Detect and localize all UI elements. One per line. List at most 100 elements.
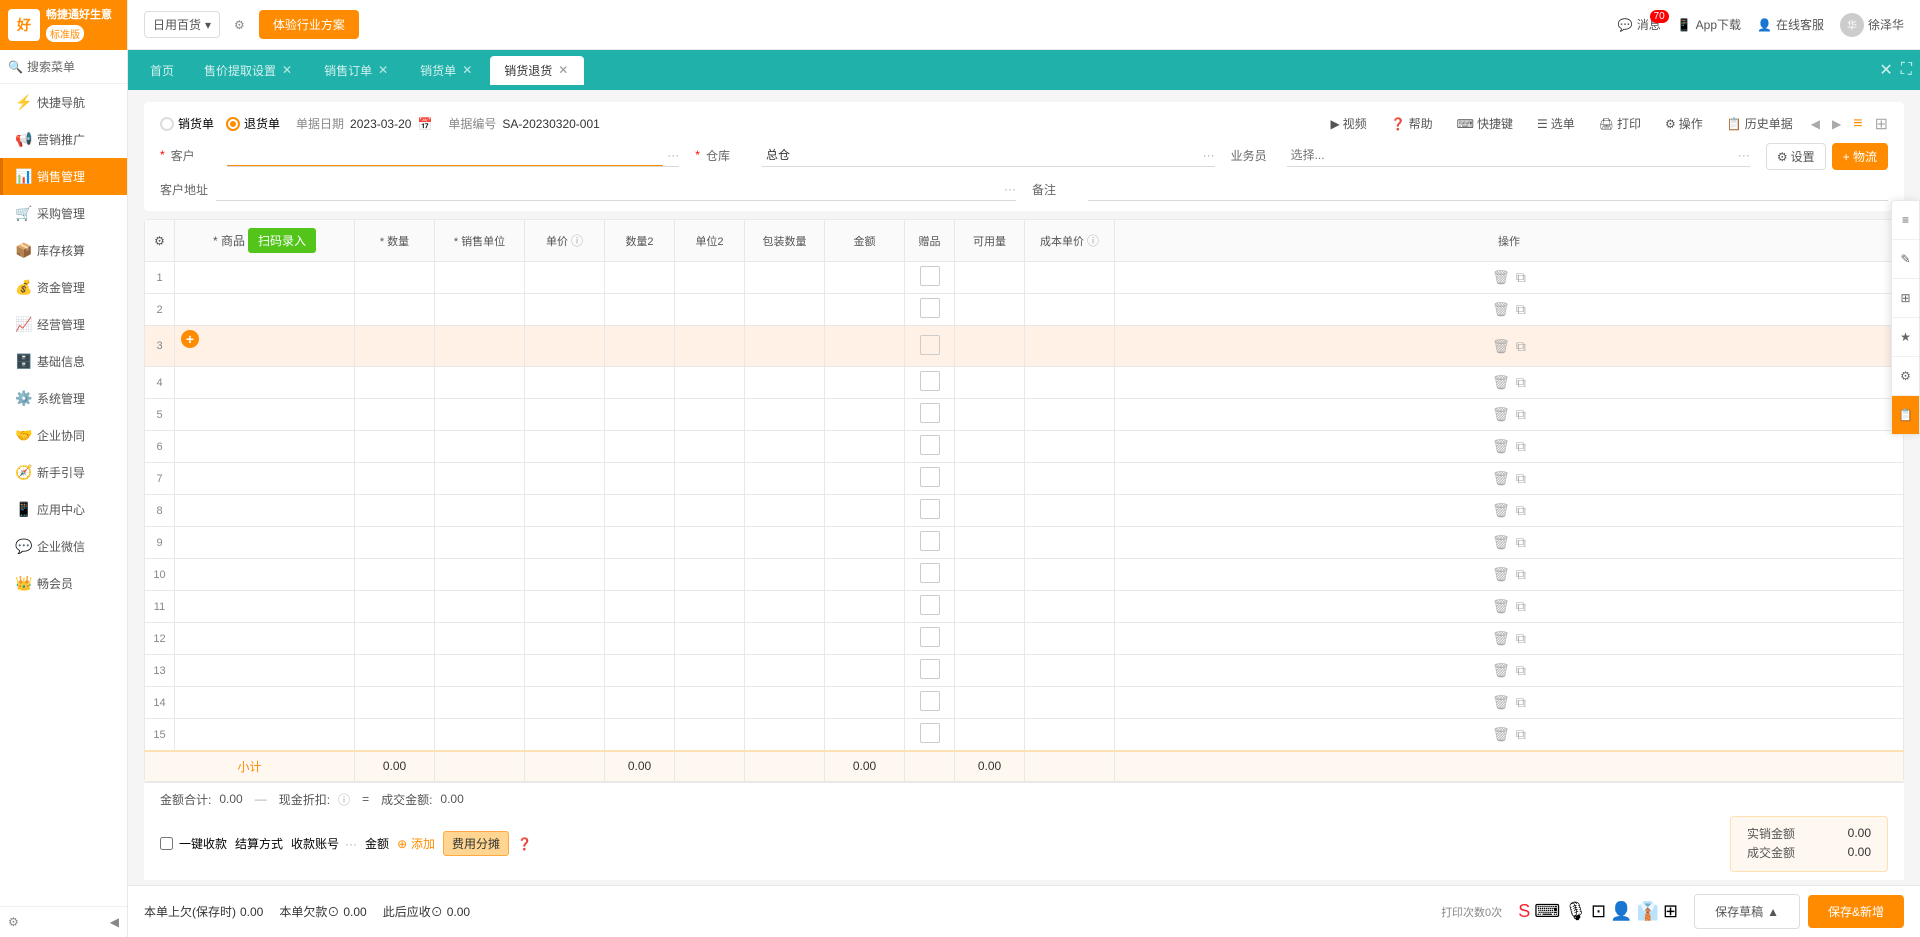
row-product-3[interactable]: + [175,326,355,367]
tab-home[interactable]: 首页 [136,56,188,85]
row-unit-4[interactable] [435,367,525,399]
row-cost-price-14[interactable] [1025,687,1115,719]
row-pack-qty-13[interactable] [745,655,825,687]
tool3-icon[interactable]: ⊡ [1591,901,1606,922]
row-product-15[interactable] [175,719,355,752]
copy-icon-11[interactable]: ⧉ [1516,598,1526,615]
row-quantity2-1[interactable] [605,262,675,294]
sidebar-item-shortcut[interactable]: ⚡ 快捷导航 [0,84,127,121]
gift-checkbox-14[interactable] [920,691,940,711]
gift-checkbox-9[interactable] [920,531,940,551]
save-new-button[interactable]: 保存&新增 [1808,895,1904,928]
row-unit2-14[interactable] [675,687,745,719]
row-price-2[interactable] [525,294,605,326]
row-price-9[interactable] [525,527,605,559]
copy-icon-4[interactable]: ⧉ [1516,374,1526,391]
rfloat-item-1[interactable]: ≡ [1892,201,1919,240]
delete-icon-2[interactable]: 🗑 [1492,301,1510,318]
row-unit-15[interactable] [435,719,525,752]
row-price-3[interactable] [525,326,605,367]
list-view-icon[interactable]: ≡ [1853,115,1862,133]
row-gift-4[interactable] [905,367,955,399]
payment-check[interactable] [160,837,173,850]
row-price-5[interactable] [525,399,605,431]
gift-checkbox-1[interactable] [920,266,940,286]
copy-icon-13[interactable]: ⧉ [1516,662,1526,679]
calendar-icon[interactable]: 📅 [417,117,432,131]
gift-checkbox-7[interactable] [920,467,940,487]
row-product-11[interactable] [175,591,355,623]
close-tab-icon[interactable]: ✕ [1879,60,1892,80]
sidebar-item-enterprise[interactable]: 🤝 企业协同 [0,417,127,454]
payment-checkbox[interactable]: 一键收款 [160,835,227,852]
row-quantity2-3[interactable] [605,326,675,367]
row-cost-price-5[interactable] [1025,399,1115,431]
row-product-8[interactable] [175,495,355,527]
row-quantity2-13[interactable] [605,655,675,687]
row-pack-qty-14[interactable] [745,687,825,719]
row-price-4[interactable] [525,367,605,399]
tool1-icon[interactable]: ⌨ [1534,901,1560,922]
row-unit2-2[interactable] [675,294,745,326]
row-amount-7[interactable] [825,463,905,495]
row-cost-price-1[interactable] [1025,262,1115,294]
tool2-icon[interactable]: 🎙 [1564,901,1587,922]
delete-icon-8[interactable]: 🗑 [1492,502,1510,519]
row-gift-5[interactable] [905,399,955,431]
row-amount-14[interactable] [825,687,905,719]
row-available-1[interactable] [955,262,1025,294]
row-quantity2-11[interactable] [605,591,675,623]
row-available-6[interactable] [955,431,1025,463]
col-gear[interactable]: ⚙ [145,220,175,262]
row-pack-qty-7[interactable] [745,463,825,495]
grid-view-icon[interactable]: ⊞ [1875,114,1888,134]
delete-icon-5[interactable]: 🗑 [1492,406,1510,423]
radio-sale[interactable]: 销货单 [160,115,214,132]
expand-tab-icon[interactable]: ⛶ [1901,61,1912,79]
gift-checkbox-2[interactable] [920,298,940,318]
row-available-7[interactable] [955,463,1025,495]
row-unit-12[interactable] [435,623,525,655]
row-unit-7[interactable] [435,463,525,495]
delete-icon-4[interactable]: 🗑 [1492,374,1510,391]
row-cost-price-2[interactable] [1025,294,1115,326]
add-row-btn[interactable]: + [181,330,199,348]
user-avatar-item[interactable]: 华 徐泽华 [1840,13,1904,37]
row-cost-price-3[interactable] [1025,326,1115,367]
row-available-12[interactable] [955,623,1025,655]
row-cost-price-6[interactable] [1025,431,1115,463]
select-btn[interactable]: ☰ 选单 [1531,112,1581,135]
salesperson-dots[interactable]: ··· [1738,148,1750,162]
row-amount-13[interactable] [825,655,905,687]
save-draft-button[interactable]: 保存草稿 ▲ [1694,894,1800,929]
row-quantity-1[interactable] [355,262,435,294]
rfloat-item-4[interactable]: ★ [1892,318,1919,357]
customer-input[interactable] [227,143,664,166]
row-unit2-13[interactable] [675,655,745,687]
row-quantity-15[interactable] [355,719,435,752]
header-gear-icon[interactable]: ⚙ [228,14,251,36]
row-gift-6[interactable] [905,431,955,463]
row-product-10[interactable] [175,559,355,591]
row-quantity2-5[interactable] [605,399,675,431]
row-available-15[interactable] [955,719,1025,752]
row-pack-qty-12[interactable] [745,623,825,655]
row-cost-price-12[interactable] [1025,623,1115,655]
row-quantity-5[interactable] [355,399,435,431]
row-pack-qty-4[interactable] [745,367,825,399]
sidebar-item-member[interactable]: 👑 畅会员 [0,565,127,602]
row-price-6[interactable] [525,431,605,463]
copy-icon-7[interactable]: ⧉ [1516,470,1526,487]
row-available-14[interactable] [955,687,1025,719]
row-product-7[interactable] [175,463,355,495]
row-available-5[interactable] [955,399,1025,431]
row-price-13[interactable] [525,655,605,687]
gift-checkbox-6[interactable] [920,435,940,455]
row-gift-13[interactable] [905,655,955,687]
delete-icon-6[interactable]: 🗑 [1492,438,1510,455]
row-gift-10[interactable] [905,559,955,591]
row-gift-8[interactable] [905,495,955,527]
row-available-10[interactable] [955,559,1025,591]
trial-button[interactable]: 体验行业方案 [259,10,359,39]
row-unit2-3[interactable] [675,326,745,367]
